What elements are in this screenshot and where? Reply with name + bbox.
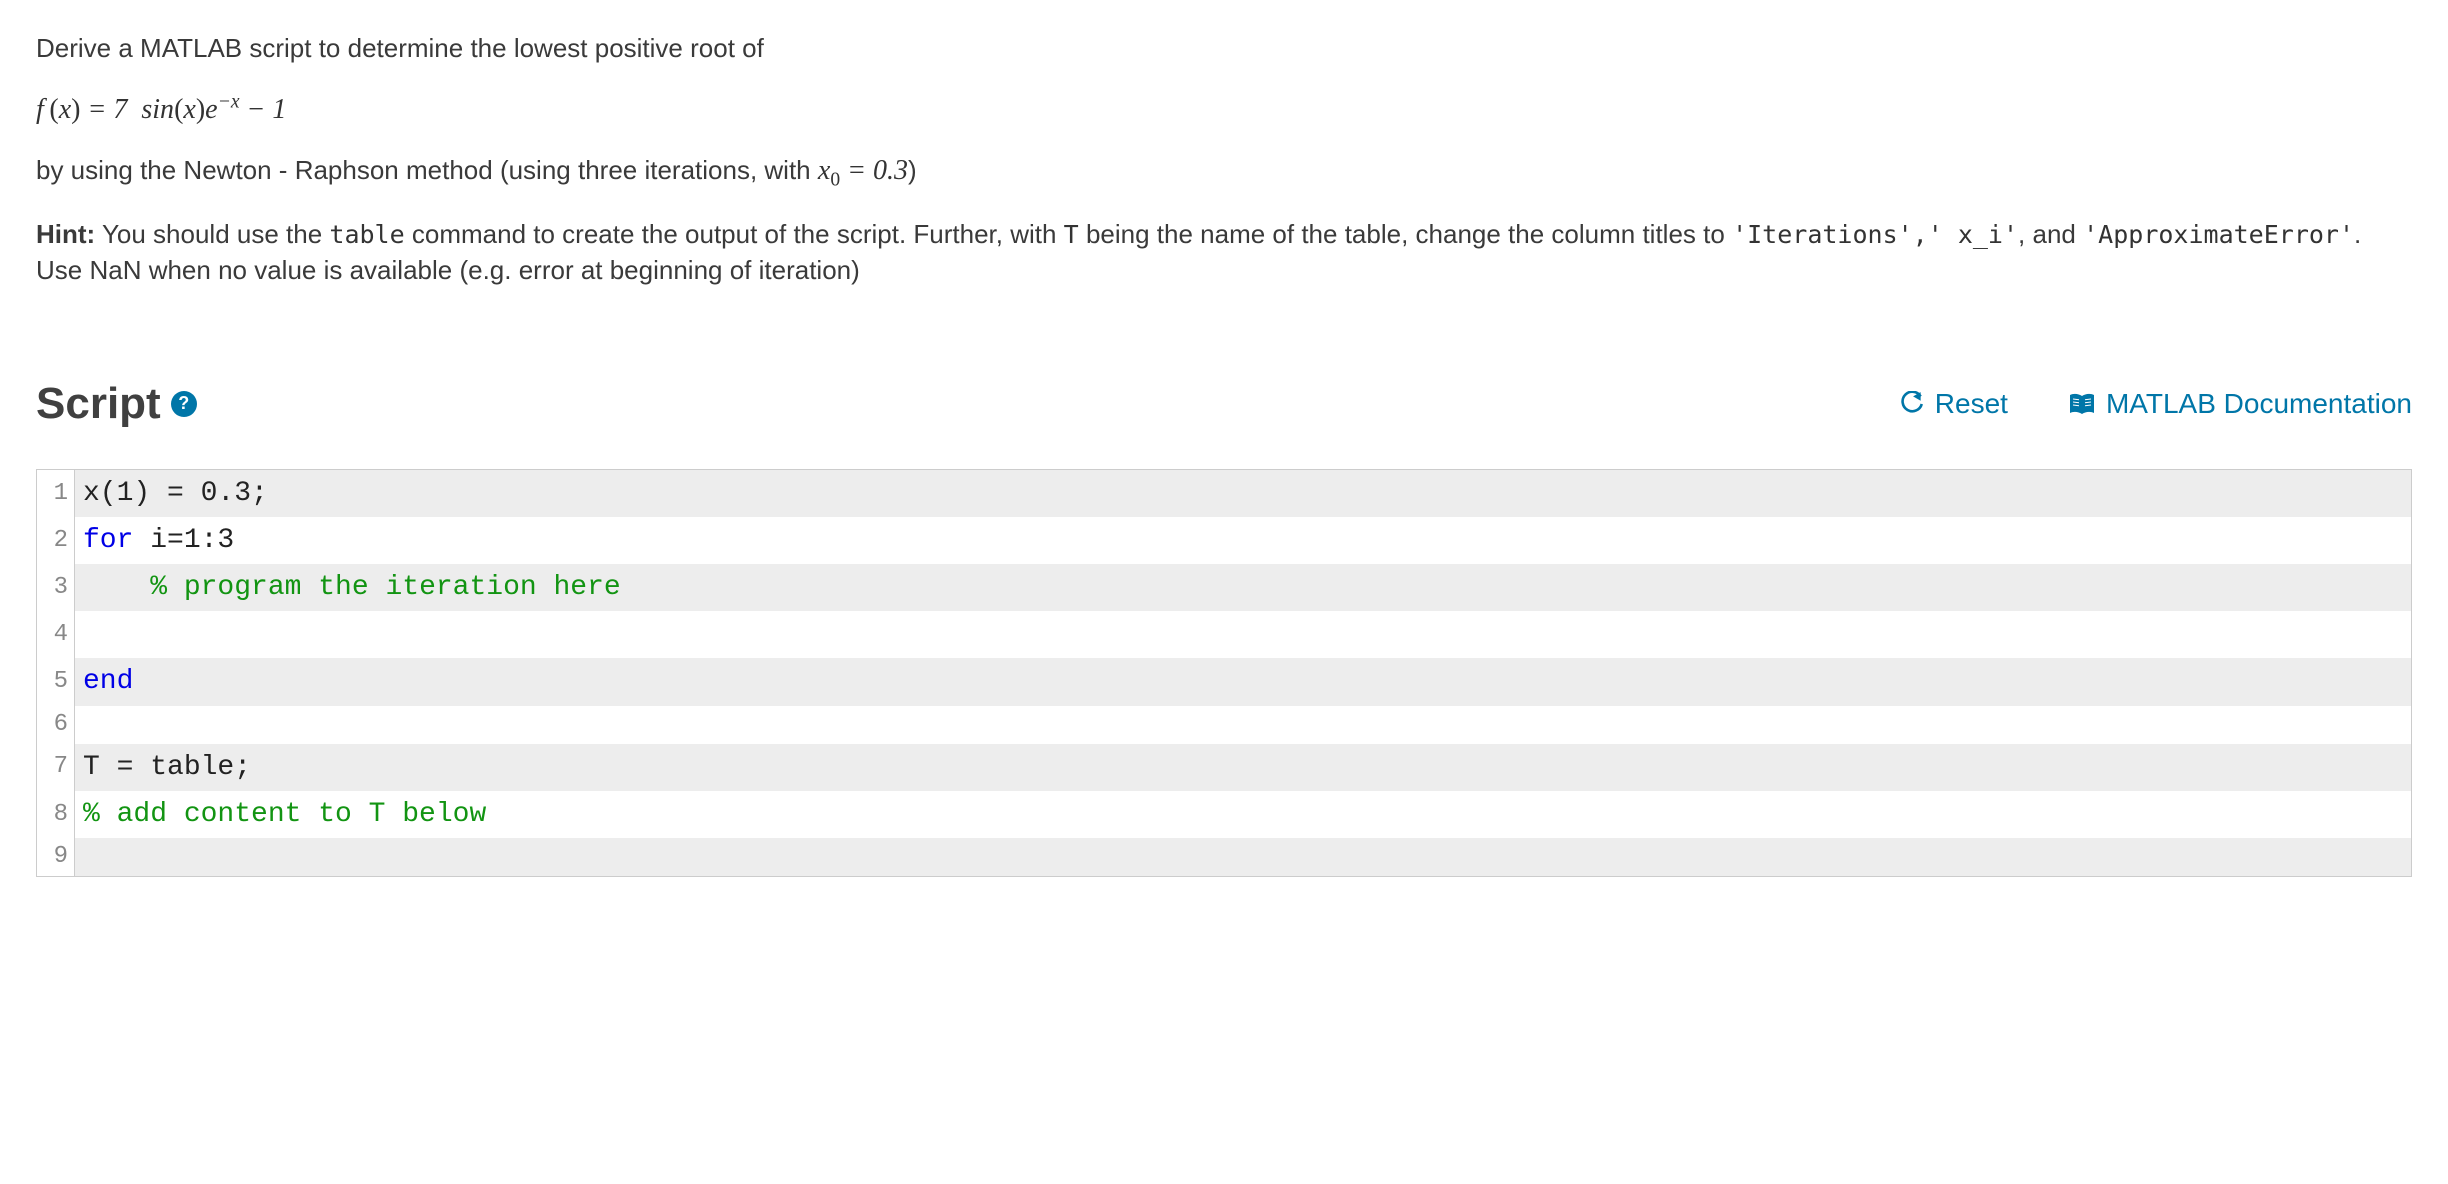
code-err: 'ApproximateError' (2083, 220, 2354, 249)
line-number: 7 (37, 744, 75, 791)
script-title-text: Script (36, 379, 161, 429)
hint-line: Hint: You should use the table command t… (36, 216, 2412, 289)
code-content[interactable]: % program the iteration here (75, 564, 2411, 611)
code-T: T (1064, 220, 1079, 249)
docs-label: MATLAB Documentation (2106, 388, 2412, 420)
line-number: 1 (37, 470, 75, 517)
line-number: 9 (37, 838, 75, 876)
hint-t4: , and (2018, 219, 2083, 249)
code-line[interactable]: 8% add content to T below (37, 791, 2411, 838)
code-line[interactable]: 9 (37, 838, 2411, 876)
code-content[interactable]: for i=1:3 (75, 517, 2411, 564)
code-line[interactable]: 6 (37, 706, 2411, 744)
hint-t3: being the name of the table, change the … (1079, 219, 1732, 249)
method-line: by using the Newton - Raphson method (us… (36, 151, 2412, 194)
method-prefix: by using the Newton - Raphson method (us… (36, 155, 818, 185)
line-number: 3 (37, 564, 75, 611)
help-icon[interactable]: ? (171, 391, 197, 417)
line-number: 4 (37, 611, 75, 658)
code-line[interactable]: 7T = table; (37, 744, 2411, 791)
code-line[interactable]: 4 (37, 611, 2411, 658)
line-number: 6 (37, 706, 75, 744)
problem-statement: Derive a MATLAB script to determine the … (36, 30, 2412, 289)
method-suffix: ) (908, 155, 917, 185)
code-line[interactable]: 5end (37, 658, 2411, 705)
script-section-header: Script ? Reset MATLAB Documentation (36, 379, 2412, 429)
code-content[interactable]: x(1) = 0.3; (75, 470, 2411, 517)
code-table: table (329, 220, 404, 249)
x0: x0 = 0.3 (818, 155, 908, 185)
equation: f (x) = 7 sin(x)e−x − 1 (36, 88, 2412, 129)
code-editor[interactable]: 1x(1) = 0.3;2for i=1:33 % program the it… (36, 469, 2412, 877)
docs-link[interactable]: MATLAB Documentation (2068, 388, 2412, 420)
code-line[interactable]: 2for i=1:3 (37, 517, 2411, 564)
reset-label: Reset (1935, 388, 2008, 420)
hint-t2: command to create the output of the scri… (405, 219, 1064, 249)
book-icon (2068, 392, 2096, 416)
reset-button[interactable]: Reset (1899, 388, 2008, 420)
script-title: Script ? (36, 379, 197, 429)
hint-t1: You should use the (95, 219, 329, 249)
code-content[interactable] (75, 611, 2411, 658)
code-content[interactable]: % add content to T below (75, 791, 2411, 838)
line-number: 5 (37, 658, 75, 705)
reset-icon (1899, 391, 1925, 417)
section-actions: Reset MATLAB Documentation (1899, 388, 2412, 420)
code-content[interactable]: T = table; (75, 744, 2411, 791)
hint-label: Hint: (36, 219, 95, 249)
line-number: 2 (37, 517, 75, 564)
code-line[interactable]: 3 % program the iteration here (37, 564, 2411, 611)
code-content[interactable]: end (75, 658, 2411, 705)
intro-text: Derive a MATLAB script to determine the … (36, 30, 2412, 66)
code-line[interactable]: 1x(1) = 0.3; (37, 470, 2411, 517)
code-cols: 'Iterations',' x_i' (1732, 220, 2018, 249)
line-number: 8 (37, 791, 75, 838)
code-content[interactable] (75, 706, 2411, 744)
code-content[interactable] (75, 838, 2411, 876)
